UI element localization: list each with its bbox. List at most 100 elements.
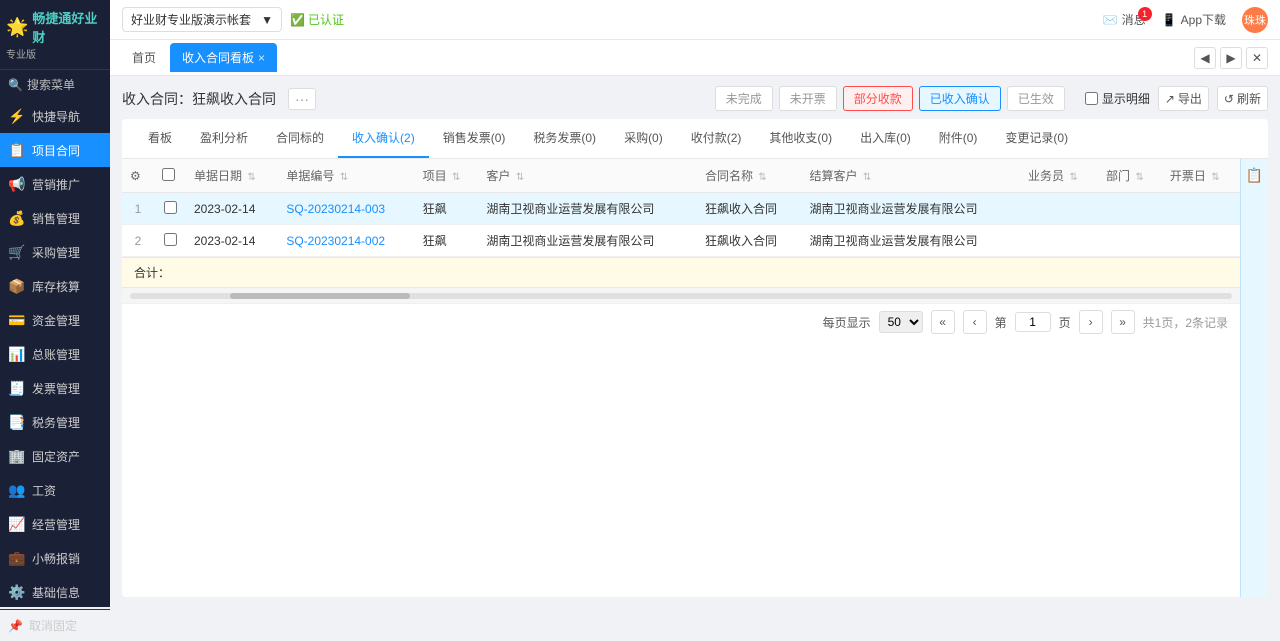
right-panel-doc-icon[interactable]: 📋	[1243, 163, 1267, 187]
sort-open-date-icon: ⇅	[1211, 172, 1219, 183]
sort-customer-icon: ⇅	[516, 172, 524, 183]
sub-tab-other-income[interactable]: 其他收支(0)	[755, 119, 846, 158]
company-select[interactable]: 好业财专业版演示帐套 ▼	[122, 7, 282, 32]
sidebar-item-hr[interactable]: 👥 工资	[0, 473, 110, 507]
more-button[interactable]: ···	[288, 88, 316, 110]
tab-income-contract[interactable]: 收入合同看板 ×	[170, 43, 277, 72]
nav-next-btn[interactable]: ▶	[1220, 47, 1242, 69]
row-contract-name-1: 狂飙收入合同	[697, 193, 802, 225]
table-container: ⚙ 单据日期 ⇅ 单据编号	[122, 159, 1240, 597]
col-docno[interactable]: 单据编号 ⇅	[278, 159, 414, 193]
topbar-right: ✉️ 消息 1 📱 App下载 珠珠	[1103, 7, 1268, 33]
sidebar-item-tax[interactable]: 📑 税务管理	[0, 405, 110, 439]
header-actions: 显示明细 ↗ 导出 ↺ 刷新	[1085, 86, 1268, 111]
status-partial-collected[interactable]: 部分收款	[843, 86, 913, 111]
message-action[interactable]: ✉️ 消息 1	[1103, 11, 1146, 28]
col-project[interactable]: 项目 ⇅	[415, 159, 479, 193]
row-num-2: 2	[122, 225, 154, 257]
sidebar-item-general-ledger[interactable]: 📊 总账管理	[0, 337, 110, 371]
status-effective[interactable]: 已生效	[1007, 86, 1065, 111]
nav-controls: ◀ ▶ ✕	[1194, 47, 1268, 69]
nav-close-btn[interactable]: ✕	[1246, 47, 1268, 69]
sub-tab-tax-invoice[interactable]: 税务发票(0)	[519, 119, 610, 158]
next-page-btn[interactable]: ›	[1079, 310, 1103, 334]
table-row[interactable]: 2 2023-02-14 SQ-20230214-002 狂飙 湖南卫视商业运营…	[122, 225, 1240, 257]
col-settings[interactable]: ⚙	[122, 159, 154, 193]
first-page-btn[interactable]: «	[931, 310, 955, 334]
sidebar-item-inventory[interactable]: 📦 库存核算	[0, 269, 110, 303]
sub-tab-purchase[interactable]: 采购(0)	[610, 119, 677, 158]
col-contract-name[interactable]: 合同名称 ⇅	[697, 159, 802, 193]
sidebar-item-quick-nav[interactable]: ⚡ 快捷导航	[0, 99, 110, 133]
hr-icon: 👥	[8, 481, 26, 499]
row-department-2	[1098, 225, 1162, 257]
sidebar-item-purchase[interactable]: 🛒 采购管理	[0, 235, 110, 269]
sidebar-item-basic-info[interactable]: ⚙️ 基础信息	[0, 575, 110, 609]
col-department[interactable]: 部门 ⇅	[1098, 159, 1162, 193]
tab-close-icon[interactable]: ×	[258, 51, 265, 65]
sub-tab-profit[interactable]: 盈利分析	[186, 119, 262, 158]
show-detail-checkbox-label[interactable]: 显示明细	[1085, 90, 1150, 107]
refresh-button[interactable]: ↺ 刷新	[1217, 86, 1268, 111]
sidebar-item-sales[interactable]: 💰 销售管理	[0, 201, 110, 235]
show-detail-checkbox[interactable]	[1085, 92, 1098, 105]
sub-tab-change-log[interactable]: 变更记录(0)	[991, 119, 1082, 158]
last-page-btn[interactable]: »	[1111, 310, 1135, 334]
scroll-area[interactable]	[122, 287, 1240, 303]
user-action[interactable]: 珠珠	[1242, 7, 1268, 33]
page-number-input[interactable]	[1015, 312, 1051, 332]
sidebar-item-funds[interactable]: 💳 资金管理	[0, 303, 110, 337]
sidebar-item-report[interactable]: 💼 小畅报销	[0, 541, 110, 575]
sidebar-item-project-contract[interactable]: 📋 项目合同	[0, 133, 110, 167]
inventory-icon: 📦	[8, 277, 26, 295]
sub-tab-overview[interactable]: 看板	[134, 119, 186, 158]
col-checkbox	[154, 159, 186, 193]
scroll-thumb[interactable]	[230, 293, 410, 299]
row-date-2: 2023-02-14	[186, 225, 278, 257]
row-docno-1[interactable]: SQ-20230214-003	[278, 193, 414, 225]
row-checkbox-1[interactable]	[154, 193, 186, 225]
sub-tab-income-confirm[interactable]: 收入确认(2)	[338, 119, 429, 158]
pagination: 每页显示 50 « ‹ 第 页 › » 共1页，2条记录	[122, 303, 1240, 340]
row-checkbox-2[interactable]	[154, 225, 186, 257]
sidebar-item-invoice[interactable]: 🧾 发票管理	[0, 371, 110, 405]
col-settlement-customer[interactable]: 结算客户 ⇅	[801, 159, 1020, 193]
sidebar-item-marketing[interactable]: 📢 营销推广	[0, 167, 110, 201]
sidebar-item-operation[interactable]: 📈 经营管理	[0, 507, 110, 541]
sub-tab-sales-invoice[interactable]: 销售发票(0)	[429, 119, 520, 158]
select-all-checkbox[interactable]	[162, 168, 175, 181]
prev-page-btn[interactable]: ‹	[963, 310, 987, 334]
sub-tab-payment[interactable]: 收付款(2)	[677, 119, 756, 158]
tab-home[interactable]: 首页	[122, 43, 166, 72]
topbar-left: 好业财专业版演示帐套 ▼ ✅ 已认证	[122, 7, 344, 32]
sidebar-search[interactable]: 🔍 搜索菜单	[0, 70, 110, 99]
status-uninvoiced[interactable]: 未开票	[779, 86, 837, 111]
main-area: 好业财专业版演示帐套 ▼ ✅ 已认证 ✉️ 消息 1 📱 App下载 珠珠	[110, 0, 1280, 607]
col-customer[interactable]: 客户 ⇅	[478, 159, 697, 193]
row-customer-2: 湖南卫视商业运营发展有限公司	[478, 225, 697, 257]
app-download-action[interactable]: 📱 App下载	[1162, 11, 1226, 28]
status-confirmed[interactable]: 已收入确认	[919, 86, 1001, 111]
sidebar-unpin[interactable]: 📌 取消固定	[0, 610, 110, 641]
nav-prev-btn[interactable]: ◀	[1194, 47, 1216, 69]
row-docno-2[interactable]: SQ-20230214-002	[278, 225, 414, 257]
sort-salesperson-icon: ⇅	[1069, 172, 1077, 183]
per-page-select[interactable]: 50	[879, 311, 923, 333]
sort-department-icon: ⇅	[1135, 172, 1143, 183]
table-row[interactable]: 1 2023-02-14 SQ-20230214-003 狂飙 湖南卫视商业运营…	[122, 193, 1240, 225]
col-salesperson[interactable]: 业务员 ⇅	[1020, 159, 1098, 193]
avatar: 珠珠	[1242, 7, 1268, 33]
sub-tab-warehouse[interactable]: 出入库(0)	[846, 119, 925, 158]
content: 收入合同：狂飙收入合同 ··· 未完成 未开票 部分收款 已收入确认 已生效 显…	[110, 76, 1280, 607]
col-date[interactable]: 单据日期 ⇅	[186, 159, 278, 193]
sort-date-icon: ⇅	[247, 172, 255, 183]
status-incomplete[interactable]: 未完成	[715, 86, 773, 111]
sub-tab-contract-standard[interactable]: 合同标的	[262, 119, 338, 158]
col-open-date[interactable]: 开票日 ⇅	[1162, 159, 1240, 193]
export-button[interactable]: ↗ 导出	[1158, 86, 1209, 111]
row-settlement-customer-1: 湖南卫视商业运营发展有限公司	[801, 193, 1020, 225]
sub-tab-attachment[interactable]: 附件(0)	[925, 119, 992, 158]
company-name: 好业财专业版演示帐套	[131, 11, 251, 28]
sidebar-item-fixed-assets[interactable]: 🏢 固定资产	[0, 439, 110, 473]
fixed-assets-icon: 🏢	[8, 447, 26, 465]
